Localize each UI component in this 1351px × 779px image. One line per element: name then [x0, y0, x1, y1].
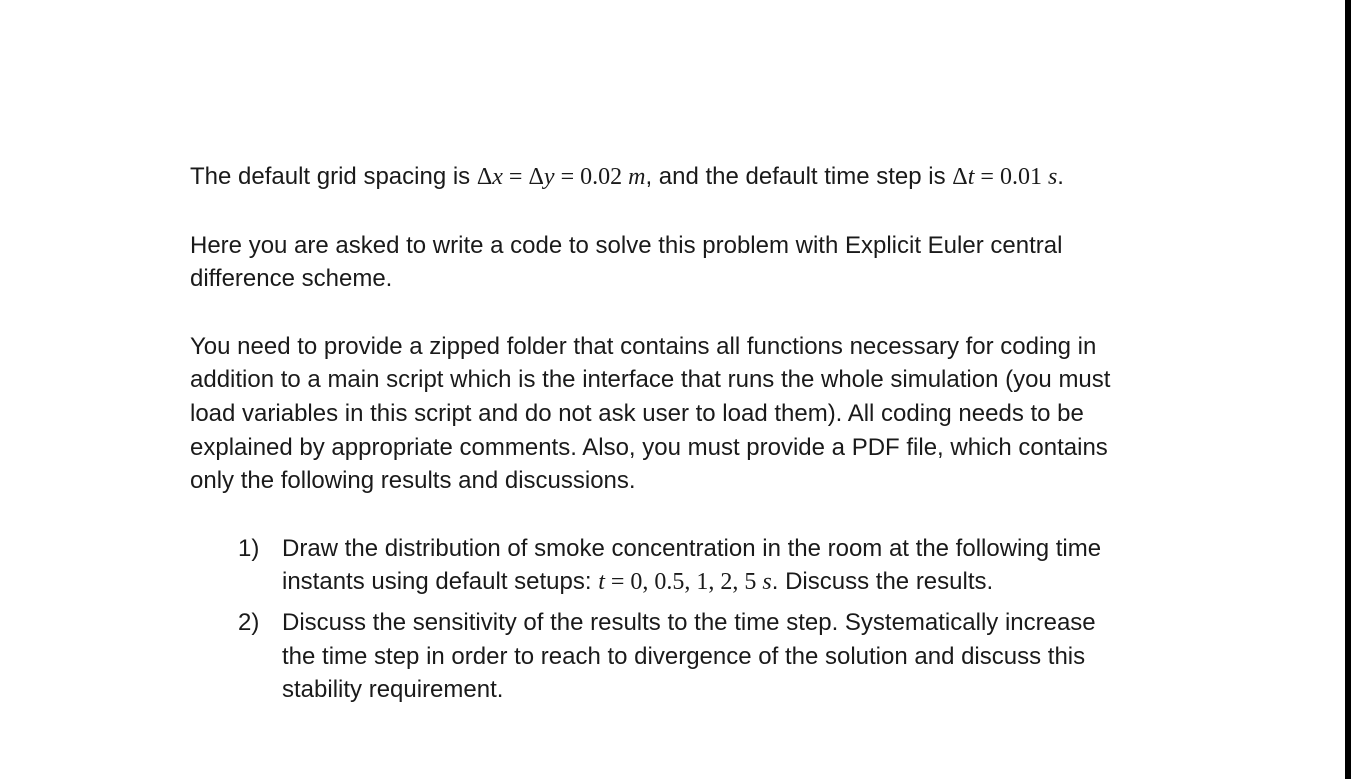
paragraph-requirements: You need to provide a zipped folder that…	[190, 330, 1135, 498]
list-item: 1) Draw the distribution of smoke concen…	[238, 532, 1135, 600]
paragraph-task-intro: Here you are asked to write a code to so…	[190, 229, 1135, 296]
paragraph-grid-spacing: The default grid spacing is Δx = Δy = 0.…	[190, 160, 1135, 195]
list-item: 2) Discuss the sensitivity of the result…	[238, 606, 1135, 707]
text-segment: . Discuss the results.	[772, 568, 993, 595]
math-expression: t = 0, 0.5, 1, 2, 5 s	[598, 569, 772, 595]
list-marker: 1)	[238, 532, 259, 566]
math-expression: Δt = 0.01 s	[952, 164, 1057, 190]
math-expression: Δx = Δy = 0.02 m	[477, 164, 646, 190]
list-marker: 2)	[238, 606, 259, 640]
text-segment: .	[1057, 163, 1064, 190]
task-list: 1) Draw the distribution of smoke concen…	[190, 532, 1135, 707]
text-segment: The default grid spacing is	[190, 163, 477, 190]
text-segment: , and the default time step is	[645, 163, 952, 190]
document-content: The default grid spacing is Δx = Δy = 0.…	[0, 0, 1345, 707]
text-segment: Discuss the sensitivity of the results t…	[282, 609, 1096, 703]
